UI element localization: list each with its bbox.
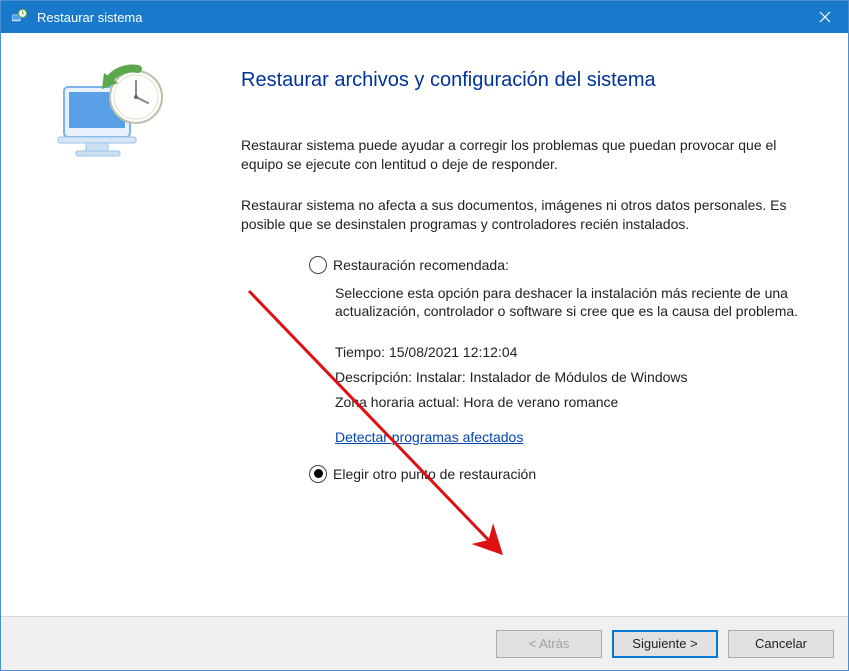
intro-paragraph-2: Restaurar sistema no afecta a sus docume… xyxy=(241,196,806,234)
close-button[interactable] xyxy=(802,1,848,33)
app-icon xyxy=(9,7,29,27)
timezone-value: Hora de verano romance xyxy=(463,394,618,410)
option-choose-other-label: Elegir otro punto de restauración xyxy=(333,466,536,482)
option-choose-other[interactable]: Elegir otro punto de restauración xyxy=(309,465,806,483)
description-label: Descripción: xyxy=(335,369,412,385)
radio-recommended[interactable] xyxy=(309,256,327,274)
restore-options-group: Restauración recomendada: Seleccione est… xyxy=(309,256,806,483)
window-title: Restaurar sistema xyxy=(37,10,802,25)
timezone-label: Zona horaria actual: xyxy=(335,394,460,410)
radio-choose-other[interactable] xyxy=(309,465,327,483)
option-recommended-label: Restauración recomendada: xyxy=(333,257,509,273)
system-restore-window: Restaurar sistema xyxy=(0,0,849,671)
back-button: < Atrás xyxy=(496,630,602,658)
option-recommended[interactable]: Restauración recomendada: xyxy=(309,256,806,274)
restore-timezone-line: Zona horaria actual: Hora de verano roma… xyxy=(335,393,806,412)
cancel-button[interactable]: Cancelar xyxy=(728,630,834,658)
wizard-footer: < Atrás Siguiente > Cancelar xyxy=(1,616,848,670)
titlebar: Restaurar sistema xyxy=(1,1,848,33)
time-value: 15/08/2021 12:12:04 xyxy=(389,344,517,360)
recommended-description: Seleccione esta opción para deshacer la … xyxy=(335,284,806,322)
detect-affected-programs-link[interactable]: Detectar programas afectados xyxy=(335,428,523,447)
intro-paragraph-1: Restaurar sistema puede ayudar a corregi… xyxy=(241,136,806,174)
system-restore-icon xyxy=(46,61,176,171)
time-label: Tiempo: xyxy=(335,344,385,360)
description-value: Instalar: Instalador de Módulos de Windo… xyxy=(416,369,688,385)
content-panel: Restaurar archivos y configuración del s… xyxy=(221,33,848,616)
close-icon xyxy=(819,11,831,23)
page-heading: Restaurar archivos y configuración del s… xyxy=(241,69,806,92)
dialog-body: Restaurar archivos y configuración del s… xyxy=(1,33,848,616)
option-recommended-detail: Seleccione esta opción para deshacer la … xyxy=(335,284,806,465)
restore-time-line: Tiempo: 15/08/2021 12:12:04 xyxy=(335,343,806,362)
next-button[interactable]: Siguiente > xyxy=(612,630,718,658)
restore-description-line: Descripción: Instalar: Instalador de Mód… xyxy=(335,368,806,387)
sidebar-graphic-panel xyxy=(1,33,221,616)
